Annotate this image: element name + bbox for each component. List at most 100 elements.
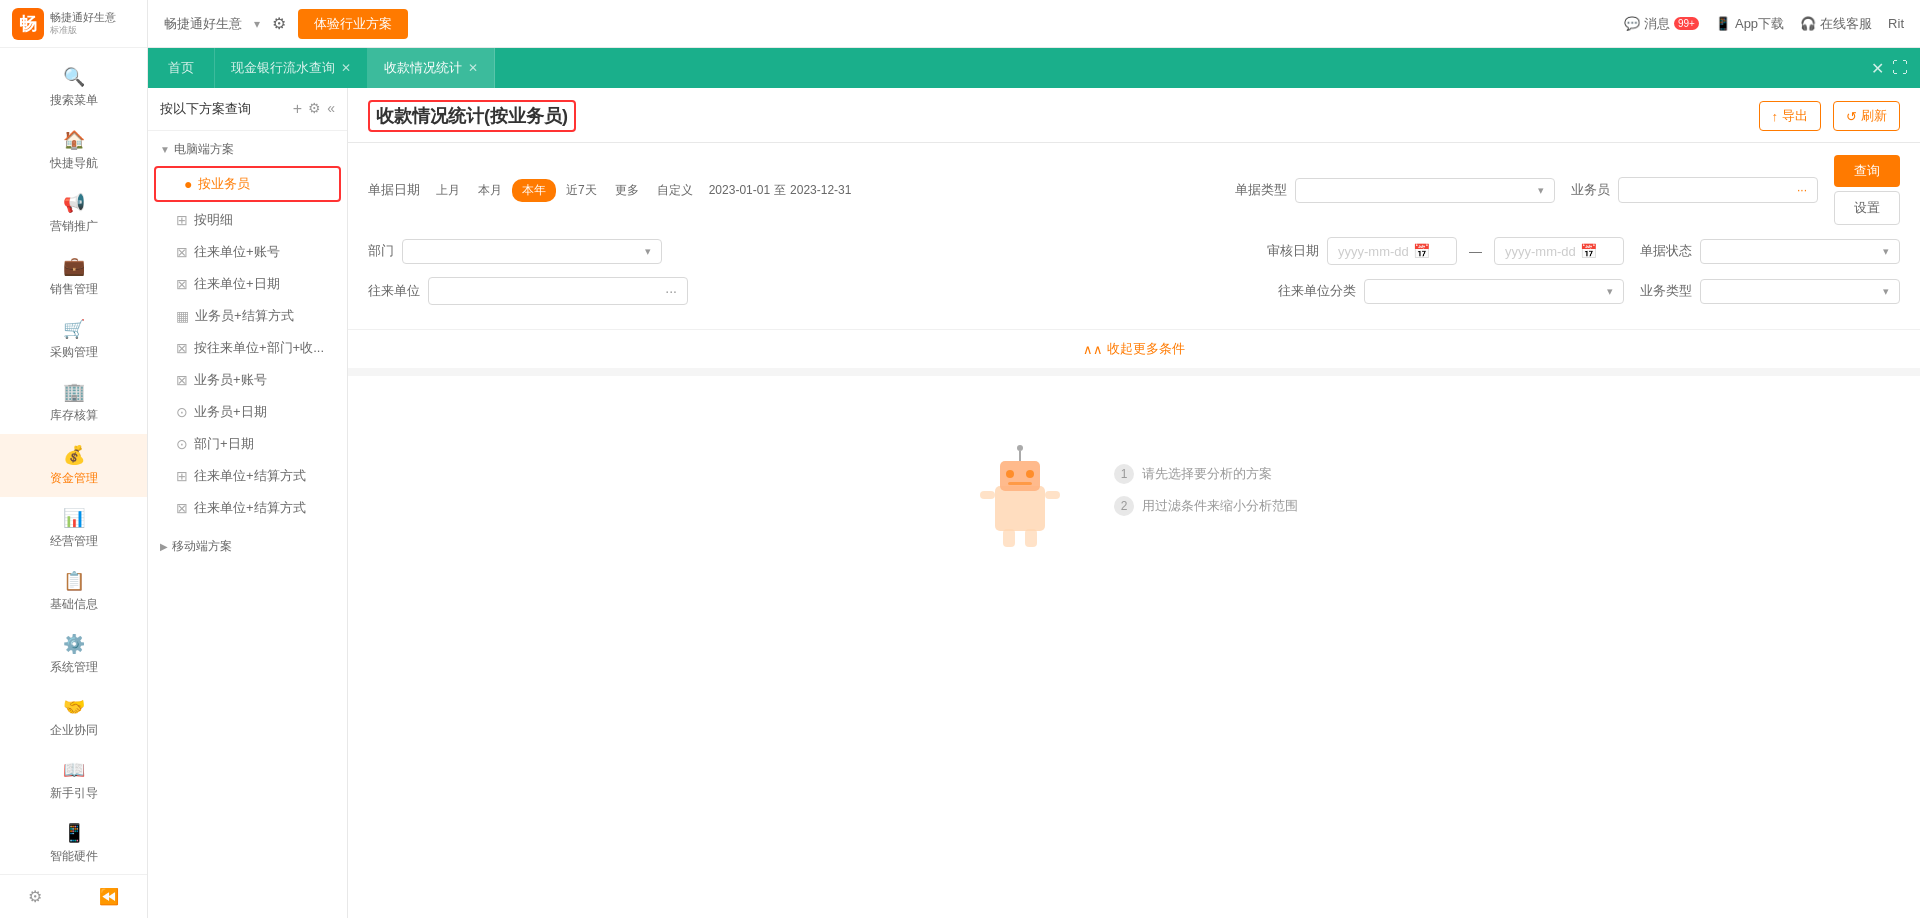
export-btn[interactable]: ↑ 导出 bbox=[1759, 101, 1822, 131]
date-tab-custom[interactable]: 自定义 bbox=[649, 179, 701, 202]
counterpart-select[interactable]: ··· bbox=[428, 277, 688, 305]
review-date-start-text: yyyy-mm-dd bbox=[1338, 244, 1409, 259]
tab-receipts[interactable]: 收款情况统计 ✕ bbox=[368, 48, 495, 88]
sidebar-item-inventory[interactable]: 🏢 库存核算 bbox=[0, 371, 147, 434]
page-title-area: 收款情况统计(按业务员) bbox=[368, 100, 576, 132]
hint-number-2: 2 bbox=[1114, 496, 1134, 516]
query-btn[interactable]: 查询 bbox=[1834, 155, 1900, 187]
scheme-item-salesperson-settlement[interactable]: ▦ 业务员+结算方式 bbox=[148, 300, 347, 332]
scheme-item-unit-date[interactable]: ⊠ 往来单位+日期 bbox=[148, 268, 347, 300]
refresh-btn[interactable]: ↺ 刷新 bbox=[1833, 101, 1900, 131]
dept-select[interactable]: ▾ bbox=[402, 239, 662, 264]
tab-receipts-close[interactable]: ✕ bbox=[468, 61, 478, 75]
unit-dept-label: 按往来单位+部门+收... bbox=[194, 339, 324, 357]
topbar-gear-icon[interactable]: ⚙ bbox=[272, 14, 286, 33]
app-download-btn[interactable]: 📱 App下载 bbox=[1715, 15, 1784, 33]
dept-date-label: 部门+日期 bbox=[194, 435, 254, 453]
tab-bank-flow-close[interactable]: ✕ bbox=[341, 61, 351, 75]
date-tab-this-month[interactable]: 本月 bbox=[470, 179, 510, 202]
review-date-end[interactable]: yyyy-mm-dd 📅 bbox=[1494, 237, 1624, 265]
sidebar-item-purchase[interactable]: 🛒 采购管理 bbox=[0, 308, 147, 371]
salesperson-more-icon[interactable]: ··· bbox=[1797, 183, 1807, 197]
tab-home[interactable]: 首页 bbox=[148, 48, 215, 88]
panel-collapse-btn[interactable]: « bbox=[327, 100, 335, 118]
sidebar-item-system[interactable]: ⚙️ 系统管理 bbox=[0, 623, 147, 686]
left-panel-header: 按以下方案查询 + ⚙ « bbox=[148, 88, 347, 131]
scheme-item-salesperson-account[interactable]: ⊠ 业务员+账号 bbox=[148, 364, 347, 396]
tab-bank-flow[interactable]: 现金银行流水查询 ✕ bbox=[215, 48, 368, 88]
tabbar-maximize-icon[interactable]: ⛶ bbox=[1892, 59, 1908, 77]
sidebar-item-beginner[interactable]: 📖 新手引导 bbox=[0, 749, 147, 812]
sidebar-item-marketing[interactable]: 📢 营销推广 bbox=[0, 182, 147, 245]
counterpart-class-select[interactable]: ▾ bbox=[1364, 279, 1624, 304]
topbar-actions: 💬 消息 99+ 📱 App下载 🎧 在线客服 Rit bbox=[1624, 15, 1904, 33]
footer-settings-btn[interactable]: ⚙ bbox=[28, 887, 42, 906]
salesperson-settlement-label: 业务员+结算方式 bbox=[195, 307, 294, 325]
sidebar-item-operations[interactable]: 📊 经营管理 bbox=[0, 497, 147, 560]
review-date-start[interactable]: yyyy-mm-dd 📅 bbox=[1327, 237, 1457, 265]
sidebar-item-finance[interactable]: 💰 资金管理 bbox=[0, 434, 147, 497]
svg-point-2 bbox=[1006, 470, 1014, 478]
sales-icon: 💼 bbox=[63, 255, 85, 277]
collapse-bar[interactable]: ∧∧ 收起更多条件 bbox=[348, 329, 1920, 368]
topbar-dropdown-icon[interactable]: ▾ bbox=[254, 17, 260, 31]
sidebar-item-basic[interactable]: 📋 基础信息 bbox=[0, 560, 147, 623]
salesperson-scheme-label: 按业务员 bbox=[198, 175, 250, 193]
date-tab-last-month[interactable]: 上月 bbox=[428, 179, 468, 202]
enterprise-icon: 🤝 bbox=[63, 696, 85, 718]
hint-text-2: 用过滤条件来缩小分析范围 bbox=[1142, 497, 1298, 515]
sidebar-item-enterprise[interactable]: 🤝 企业协同 bbox=[0, 686, 147, 749]
business-type-select[interactable]: ▾ bbox=[1700, 279, 1900, 304]
svg-rect-0 bbox=[995, 486, 1045, 531]
tabbar-close-all-icon[interactable]: ✕ bbox=[1871, 59, 1884, 78]
voucher-status-select[interactable]: ▾ bbox=[1700, 239, 1900, 264]
empty-hint-2: 2 用过滤条件来缩小分析范围 bbox=[1114, 496, 1298, 516]
online-service-btn[interactable]: 🎧 在线客服 bbox=[1800, 15, 1872, 33]
review-date-label: 审核日期 bbox=[1267, 242, 1319, 260]
sidebar-item-label: 基础信息 bbox=[50, 596, 98, 613]
scheme-item-detail[interactable]: ⊞ 按明细 bbox=[148, 204, 347, 236]
scheme-item-dept-date[interactable]: ⊙ 部门+日期 bbox=[148, 428, 347, 460]
calendar-icon-1: 📅 bbox=[1413, 243, 1430, 259]
date-start: 2023-01-01 bbox=[709, 183, 770, 197]
scheme-group-desktop-label: 电脑端方案 bbox=[174, 141, 234, 158]
messages-btn[interactable]: 💬 消息 99+ bbox=[1624, 15, 1699, 33]
scheme-item-unit-account[interactable]: ⊠ 往来单位+账号 bbox=[148, 236, 347, 268]
scheme-group-desktop: ▼ 电脑端方案 ● 按业务员 ⊞ 按明细 ⊠ 往来单位+账号 ⊠ 往来单位+ bbox=[148, 131, 347, 528]
scheme-item-unit-settlement2[interactable]: ⊠ 往来单位+结算方式 bbox=[148, 492, 347, 524]
trial-btn[interactable]: 体验行业方案 bbox=[298, 9, 408, 39]
counterpart-dots-icon[interactable]: ··· bbox=[665, 283, 677, 299]
add-scheme-btn[interactable]: + bbox=[293, 100, 302, 118]
business-type-label: 业务类型 bbox=[1640, 282, 1692, 300]
sidebar-item-label: 销售管理 bbox=[50, 281, 98, 298]
date-tab-more[interactable]: 更多 bbox=[607, 179, 647, 202]
voucher-type-filter: 单据类型 ▾ bbox=[1235, 178, 1555, 203]
svg-point-6 bbox=[1017, 445, 1023, 451]
scheme-group-desktop-title[interactable]: ▼ 电脑端方案 bbox=[148, 135, 347, 164]
logo-text-area: 畅捷通好生意 标准版 bbox=[50, 10, 116, 37]
voucher-type-select[interactable]: ▾ bbox=[1295, 178, 1555, 203]
sidebar-item-label: 企业协同 bbox=[50, 722, 98, 739]
sidebar-item-hardware[interactable]: 📱 智能硬件 bbox=[0, 812, 147, 874]
salesperson-select[interactable]: ··· bbox=[1618, 177, 1818, 203]
sidebar-item-label: 库存核算 bbox=[50, 407, 98, 424]
scheme-item-salesperson-date[interactable]: ⊙ 业务员+日期 bbox=[148, 396, 347, 428]
date-tab-7days[interactable]: 近7天 bbox=[558, 179, 605, 202]
counterpart-class-filter: 往来单位分类 ▾ bbox=[1278, 279, 1624, 304]
scheme-item-unit-dept[interactable]: ⊠ 按往来单位+部门+收... bbox=[148, 332, 347, 364]
sidebar-item-sales[interactable]: 💼 销售管理 bbox=[0, 245, 147, 308]
scheme-item-by-salesperson[interactable]: ● 按业务员 bbox=[154, 166, 341, 202]
user-account[interactable]: Rit bbox=[1888, 16, 1904, 31]
scheme-group-mobile-title[interactable]: ▶ 移动端方案 bbox=[148, 532, 347, 561]
left-panel-header-icons: + ⚙ « bbox=[293, 100, 335, 118]
footer-collapse-btn[interactable]: ⏪ bbox=[99, 887, 119, 906]
scheme-item-unit-settlement1[interactable]: ⊞ 往来单位+结算方式 bbox=[148, 460, 347, 492]
sidebar-item-search[interactable]: 🔍 搜索菜单 bbox=[0, 56, 147, 119]
date-tab-this-year[interactable]: 本年 bbox=[512, 179, 556, 202]
setting-btn[interactable]: 设置 bbox=[1834, 191, 1900, 225]
service-icon: 🎧 bbox=[1800, 16, 1816, 31]
sidebar-item-quicknav[interactable]: 🏠 快捷导航 bbox=[0, 119, 147, 182]
logo-edition: 标准版 bbox=[50, 24, 116, 37]
scheme-settings-btn[interactable]: ⚙ bbox=[308, 100, 321, 118]
marketing-icon: 📢 bbox=[63, 192, 85, 214]
